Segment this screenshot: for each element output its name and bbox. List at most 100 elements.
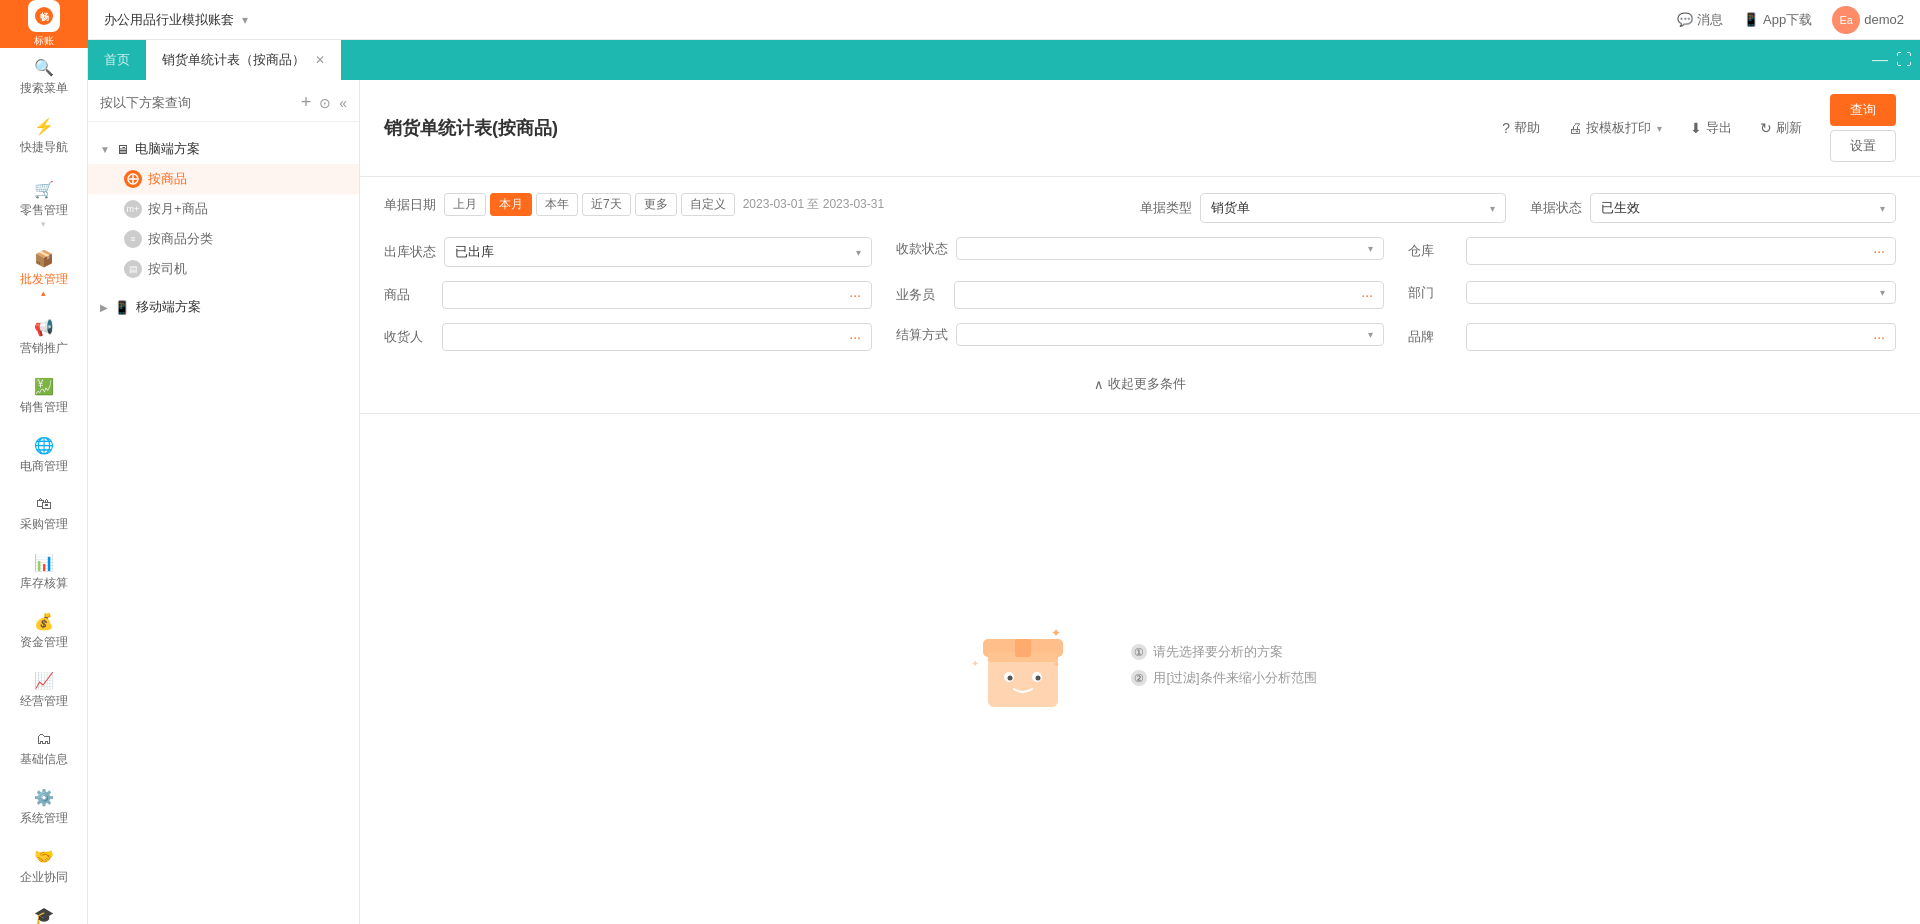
tab-minimize-icon[interactable]: — — [1872, 51, 1888, 69]
query-btn[interactable]: 查询 — [1830, 94, 1896, 126]
doc-status-select[interactable]: 已生效 ▾ — [1590, 193, 1896, 223]
brand-input[interactable]: ··· — [1466, 323, 1896, 351]
filter-row-3: 商品 ··· 业务员 ··· 部门 — [384, 281, 1896, 309]
sidebar-item-wholesale[interactable]: 📦 批发管理 ▴ — [0, 239, 88, 308]
scheme-by-product[interactable]: 按商品 — [88, 164, 359, 194]
department-select[interactable]: ▾ — [1466, 281, 1896, 304]
date-btn-this-month[interactable]: 本月 — [490, 193, 532, 216]
print-icon: 🖨 — [1568, 120, 1582, 136]
collapse-panel-btn[interactable]: « — [339, 95, 347, 111]
out-status-select[interactable]: 已出库 ▾ — [444, 237, 872, 267]
tab-report-close[interactable]: ✕ — [315, 53, 325, 67]
receipt-status-select[interactable]: ▾ — [956, 237, 1384, 260]
pc-group-header[interactable]: ▼ 🖥 电脑端方案 — [88, 134, 359, 164]
print-dropdown-icon: ▾ — [1657, 123, 1662, 134]
empty-illustration: ✦ ✦ ✦ — [963, 597, 1083, 717]
tab-home[interactable]: 首页 — [88, 40, 146, 80]
product-label: 商品 — [384, 286, 434, 304]
main-area: 办公用品行业模拟账套 ▾ 💬 消息 📱 App下载 Ea demo2 首页 — [88, 0, 1920, 924]
product-input[interactable]: ··· — [442, 281, 872, 309]
tab-maximize-icon[interactable]: ⛶ — [1896, 51, 1912, 69]
sidebar-quick-nav[interactable]: ⚡ 快捷导航 — [0, 107, 88, 166]
sidebar-item-ecommerce[interactable]: 🌐 电商管理 — [0, 426, 88, 485]
export-icon: ⬇ — [1690, 120, 1702, 136]
sidebar-item-system[interactable]: ⚙️ 系统管理 — [0, 778, 88, 837]
receipt-status-label: 收款状态 — [896, 240, 948, 258]
left-panel-header: 按以下方案查询 + ⊙ « — [88, 80, 359, 122]
settlement-select[interactable]: ▾ — [956, 323, 1384, 346]
app-logo[interactable]: 畅 标账 — [0, 0, 88, 48]
tab-report[interactable]: 销货单统计表（按商品） ✕ — [146, 40, 341, 80]
tabbar: 首页 销货单统计表（按商品） ✕ — ⛶ — [88, 40, 1920, 80]
mobile-group-label: 移动端方案 — [136, 298, 201, 316]
sidebar-item-finance[interactable]: 💰 资金管理 — [0, 602, 88, 661]
pc-group: ▼ 🖥 电脑端方案 按商品 m+ 按月+商品 — [88, 130, 359, 288]
sidebar-item-basic[interactable]: 🗂 基础信息 — [0, 720, 88, 778]
filter-row-1: 单据日期 上月 本月 本年 近7天 更多 自定义 2023-03-01 至 20… — [384, 193, 1896, 223]
sidebar: 畅 标账 🔍 搜索菜单 ⚡ 快捷导航 🛒 零售管理 ▾ 📦 批发管理 ▴ 📢 营… — [0, 0, 88, 924]
brand-dots-icon: ··· — [1873, 329, 1885, 345]
app-download-btn[interactable]: 📱 App下载 — [1743, 11, 1812, 29]
scheme-by-category[interactable]: ≡ 按商品分类 — [88, 224, 359, 254]
svg-rect-8 — [1015, 639, 1031, 657]
date-btn-7days[interactable]: 近7天 — [582, 193, 631, 216]
topbar-dropdown-icon[interactable]: ▾ — [242, 13, 248, 27]
scheme-by-month-product-label: 按月+商品 — [148, 200, 208, 218]
collapse-chevron-icon: ∧ — [1094, 377, 1104, 392]
mobile-group-header[interactable]: ▶ 📱 移动端方案 — [88, 292, 359, 322]
industry-title: 办公用品行业模拟账套 — [104, 11, 234, 29]
settings-btn[interactable]: 设置 — [1830, 130, 1896, 162]
empty-svg: ✦ ✦ ✦ — [963, 597, 1083, 717]
date-btn-custom[interactable]: 自定义 — [681, 193, 735, 216]
date-buttons: 上月 本月 本年 近7天 更多 自定义 2023-03-01 至 2023-03… — [444, 193, 884, 216]
warehouse-input[interactable]: ··· — [1466, 237, 1896, 265]
sidebar-item-retail[interactable]: 🛒 零售管理 ▾ — [0, 170, 88, 239]
mobile-group-arrow: ▶ — [100, 302, 108, 313]
svg-text:✦: ✦ — [1051, 626, 1061, 640]
scheme-by-cashier[interactable]: ▤ 按司机 — [88, 254, 359, 284]
sidebar-item-purchase[interactable]: 🛍 采购管理 — [0, 485, 88, 543]
help-btn[interactable]: ? 帮助 — [1494, 115, 1548, 141]
sidebar-item-operations[interactable]: 📈 经营管理 — [0, 661, 88, 720]
tabbar-actions: — ⛶ — [1872, 51, 1920, 69]
date-btn-more[interactable]: 更多 — [635, 193, 677, 216]
wholesale-icon: 📦 — [34, 249, 54, 268]
sidebar-search[interactable]: 🔍 搜索菜单 — [0, 48, 88, 107]
receipt-status-filter: 收款状态 ▾ — [896, 237, 1384, 260]
sales-icon: 💹 — [34, 377, 54, 396]
sidebar-item-inventory[interactable]: 📊 库存核算 — [0, 543, 88, 602]
recipient-filter: 收货人 ··· — [384, 323, 872, 351]
staff-input[interactable]: ··· — [954, 281, 1384, 309]
staff-filter: 业务员 ··· — [896, 281, 1384, 309]
page-actions: ? 帮助 🖨 按模板打印 ▾ ⬇ 导出 ↻ — [1494, 94, 1896, 162]
collapse-filter-btn[interactable]: ∧ 收起更多条件 — [384, 365, 1896, 397]
message-btn[interactable]: 💬 消息 — [1677, 11, 1723, 29]
date-btn-last-month[interactable]: 上月 — [444, 193, 486, 216]
empty-state: ✦ ✦ ✦ ① 请先选择要分析的方案 ② 用[过滤]条件来缩小分析范围 — [360, 414, 1920, 924]
svg-point-12 — [1036, 676, 1041, 681]
topbar: 办公用品行业模拟账套 ▾ 💬 消息 📱 App下载 Ea demo2 — [88, 0, 1920, 40]
edit-scheme-btn[interactable]: ⊙ — [319, 95, 331, 111]
guide-icon: 🎓 — [34, 906, 54, 924]
add-scheme-btn[interactable]: + — [301, 92, 312, 113]
refresh-btn[interactable]: ↻ 刷新 — [1752, 115, 1810, 141]
hint1-text: 请先选择要分析的方案 — [1153, 643, 1283, 661]
user-profile-btn[interactable]: Ea demo2 — [1832, 6, 1904, 34]
export-btn[interactable]: ⬇ 导出 — [1682, 115, 1740, 141]
date-btn-this-year[interactable]: 本年 — [536, 193, 578, 216]
sidebar-item-guide[interactable]: 🎓 新手引导 — [0, 896, 88, 924]
retail-icon: 🛒 — [34, 180, 54, 199]
doc-type-select[interactable]: 销货单 ▾ — [1200, 193, 1506, 223]
sidebar-item-sales[interactable]: 💹 销售管理 — [0, 367, 88, 426]
scheme-by-month-product[interactable]: m+ 按月+商品 — [88, 194, 359, 224]
department-dropdown-icon: ▾ — [1880, 287, 1885, 298]
download-icon: 📱 — [1743, 12, 1759, 27]
print-btn[interactable]: 🖨 按模板打印 ▾ — [1560, 115, 1670, 141]
empty-text: ① 请先选择要分析的方案 ② 用[过滤]条件来缩小分析范围 — [1131, 643, 1316, 695]
recipient-input[interactable]: ··· — [442, 323, 872, 351]
enterprise-icon: 🤝 — [34, 847, 54, 866]
sidebar-item-marketing[interactable]: 📢 营销推广 — [0, 308, 88, 367]
doc-type-value: 销货单 — [1211, 199, 1250, 217]
sidebar-item-enterprise[interactable]: 🤝 企业协同 — [0, 837, 88, 896]
hint2-num: ② — [1131, 670, 1147, 686]
